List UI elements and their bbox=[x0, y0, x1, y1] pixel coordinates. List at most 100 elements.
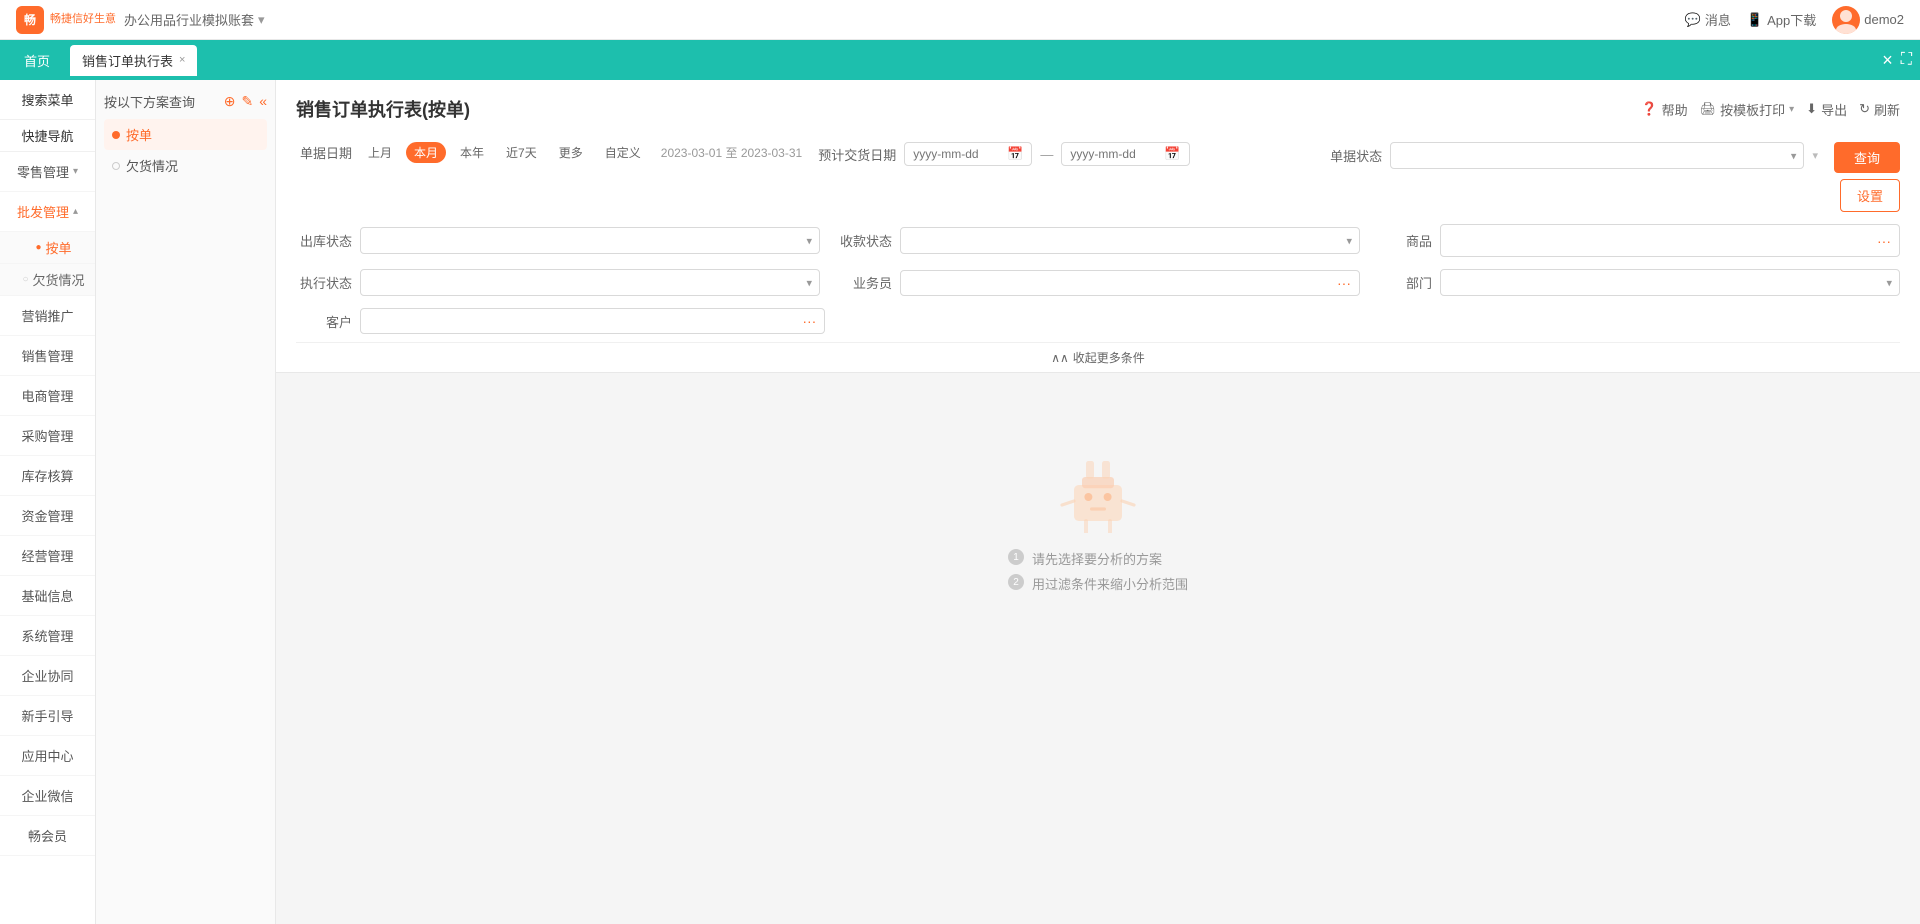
edit-scheme-icon[interactable]: ✎ bbox=[241, 93, 253, 110]
sidebar-item-purchase[interactable]: 采购管理 bbox=[0, 416, 95, 456]
date-btn-more[interactable]: 更多 bbox=[551, 142, 591, 163]
calendar-from-icon: 📅 bbox=[1007, 146, 1023, 162]
logo-area: 畅 畅捷信好生意 bbox=[16, 6, 116, 34]
sidebar-item-retail[interactable]: 零售管理 ▾ bbox=[0, 152, 95, 192]
tab-bar: 首页 销售订单执行表 × × ⛶ bbox=[0, 40, 1920, 80]
sidebar-label-wholesale: 批发管理 bbox=[17, 202, 69, 221]
user-menu[interactable]: demo2 bbox=[1832, 6, 1904, 34]
export-button[interactable]: ⬇ 导出 bbox=[1806, 100, 1847, 119]
query-button[interactable]: 查询 bbox=[1834, 142, 1900, 173]
sidebar-item-newbie[interactable]: 新手引导 bbox=[0, 696, 95, 736]
customer-dots-icon[interactable]: ··· bbox=[802, 313, 816, 329]
template-print-button[interactable]: 🖨 按模板打印 ▾ bbox=[1700, 100, 1795, 119]
wholesale-arrow-icon: ▴ bbox=[73, 206, 78, 217]
stock-status-select-wrap bbox=[360, 227, 820, 254]
goods-group: 商品 ··· bbox=[1376, 224, 1900, 257]
print-icon: 🖨 bbox=[1700, 101, 1717, 117]
logo-icon: 畅 bbox=[16, 6, 44, 34]
close-window-icon[interactable]: × bbox=[1882, 50, 1893, 71]
sidebar-item-cooperation[interactable]: 企业协同 bbox=[0, 656, 95, 696]
username-label: demo2 bbox=[1864, 12, 1904, 27]
date-btn-this-year[interactable]: 本年 bbox=[452, 142, 492, 163]
active-tab[interactable]: 销售订单执行表 × bbox=[70, 45, 197, 76]
app-download-button[interactable]: 📱 App下载 bbox=[1747, 10, 1816, 29]
page-title: 销售订单执行表(按单) bbox=[296, 96, 470, 122]
sidebar-item-ecommerce[interactable]: 电商管理 bbox=[0, 376, 95, 416]
salesperson-label: 业务员 bbox=[836, 273, 892, 292]
customer-input-wrap: ··· bbox=[360, 308, 825, 334]
message-button[interactable]: 💬 消息 bbox=[1685, 10, 1731, 29]
single-status-select[interactable] bbox=[1390, 142, 1804, 169]
sidebar-item-wechat[interactable]: 企业微信 bbox=[0, 776, 95, 816]
sidebar-item-sales[interactable]: 销售管理 bbox=[0, 336, 95, 376]
fullscreen-icon[interactable]: ⛶ bbox=[1901, 51, 1912, 69]
collapse-arrow-icon: ∧∧ bbox=[1051, 351, 1069, 365]
home-tab[interactable]: 首页 bbox=[8, 45, 66, 76]
sidebar-submenu-wholesale: ● 按单 ○ 欠货情况 bbox=[0, 232, 95, 296]
sidebar-item-by-order[interactable]: ● 按单 bbox=[0, 232, 95, 264]
single-status-group: 单据状态 ▾ bbox=[1326, 142, 1818, 169]
mobile-icon: 📱 bbox=[1747, 12, 1763, 28]
breadcrumb-area: 办公用品行业模拟账套 ▾ bbox=[124, 10, 265, 29]
settings-button[interactable]: 设置 bbox=[1840, 179, 1900, 212]
query-buttons: 查询 设置 bbox=[1834, 142, 1900, 212]
shortage-label: 欠货情况 bbox=[33, 270, 85, 289]
dept-select-wrap bbox=[1440, 269, 1900, 296]
side-filter-title: 按以下方案查询 bbox=[104, 92, 195, 111]
step-1-text: 请先选择要分析的方案 bbox=[1032, 549, 1162, 568]
exec-status-select[interactable] bbox=[360, 269, 820, 296]
date-from-input[interactable] bbox=[913, 147, 1003, 161]
sidebar-item-members[interactable]: 畅会员 bbox=[0, 816, 95, 856]
empty-state: 1 请先选择要分析的方案 2 用过滤条件来缩小分析范围 bbox=[276, 373, 1920, 679]
refresh-button[interactable]: ↻ 刷新 bbox=[1859, 100, 1900, 119]
stock-status-label: 出库状态 bbox=[296, 231, 352, 250]
date-btn-7days[interactable]: 近7天 bbox=[498, 142, 545, 163]
tab-close-icon[interactable]: × bbox=[179, 54, 185, 66]
page-actions: ❓ 帮助 🖨 按模板打印 ▾ ⬇ 导出 ↻ 刷新 bbox=[1641, 100, 1900, 119]
dept-select[interactable] bbox=[1440, 269, 1900, 296]
scheme-item-shortage[interactable]: 欠货情况 bbox=[104, 150, 267, 181]
sidebar-item-wholesale[interactable]: 批发管理 ▴ bbox=[0, 192, 95, 232]
logo-text: 畅捷信好生意 bbox=[50, 13, 116, 26]
breadcrumb-arrow-icon[interactable]: ▾ bbox=[258, 12, 265, 28]
date-to-input[interactable] bbox=[1070, 147, 1160, 161]
collapse-button[interactable]: ∧∧ 收起更多条件 bbox=[296, 342, 1900, 372]
date-btn-custom[interactable]: 自定义 bbox=[597, 142, 649, 163]
sidebar-quick-nav[interactable]: 快捷导航 bbox=[0, 120, 95, 152]
payment-status-select[interactable] bbox=[900, 227, 1360, 254]
salesperson-input[interactable] bbox=[909, 275, 1337, 290]
page-header: 销售订单执行表(按单) ❓ 帮助 🖨 按模板打印 ▾ ⬇ 导出 bbox=[276, 80, 1920, 132]
sidebar-item-app-center[interactable]: 应用中心 bbox=[0, 736, 95, 776]
goods-dots-icon[interactable]: ··· bbox=[1877, 233, 1891, 249]
collapse-sidebar-icon[interactable]: « bbox=[259, 93, 267, 110]
sidebar-item-basics[interactable]: 基础信息 bbox=[0, 576, 95, 616]
side-filter-header: 按以下方案查询 ⊕ ✎ « bbox=[104, 92, 267, 111]
date-btn-this-month[interactable]: 本月 bbox=[406, 142, 446, 163]
sidebar-search[interactable]: 搜索菜单 bbox=[0, 80, 95, 120]
expected-date-group: 预计交货日期 📅 — 📅 bbox=[818, 142, 1310, 166]
filter-top-row: 单据日期 上月 本月 本年 近7天 更多 自定义 2023-03-01 至 20… bbox=[276, 132, 1920, 372]
date-btn-last-month[interactable]: 上月 bbox=[360, 142, 400, 163]
stock-status-select[interactable] bbox=[360, 227, 820, 254]
date-filter-group: 上月 本月 本年 近7天 更多 自定义 bbox=[360, 142, 649, 163]
collapse-label: 收起更多条件 bbox=[1073, 349, 1145, 366]
step-num-2: 2 bbox=[1008, 574, 1024, 590]
app-download-label: App下载 bbox=[1767, 10, 1816, 29]
help-label: 帮助 bbox=[1662, 100, 1688, 119]
scheme-item-by-order[interactable]: 按单 bbox=[104, 119, 267, 150]
sidebar-item-finance[interactable]: 资金管理 bbox=[0, 496, 95, 536]
by-order-label: 按单 bbox=[46, 238, 72, 257]
sidebar-item-marketing[interactable]: 营销推广 bbox=[0, 296, 95, 336]
salesperson-group: 业务员 ··· bbox=[836, 270, 1360, 296]
sidebar-item-system[interactable]: 系统管理 bbox=[0, 616, 95, 656]
scheme-dot bbox=[112, 131, 120, 139]
dept-group: 部门 bbox=[1376, 269, 1900, 296]
customer-input[interactable] bbox=[369, 314, 802, 329]
sidebar-item-operations[interactable]: 经营管理 bbox=[0, 536, 95, 576]
salesperson-dots-icon[interactable]: ··· bbox=[1337, 275, 1351, 291]
sidebar-item-shortage[interactable]: ○ 欠货情况 bbox=[0, 264, 95, 296]
sidebar-item-inventory[interactable]: 库存核算 bbox=[0, 456, 95, 496]
goods-input[interactable] bbox=[1449, 229, 1877, 252]
add-scheme-icon[interactable]: ⊕ bbox=[224, 93, 236, 110]
help-button[interactable]: ❓ 帮助 bbox=[1641, 100, 1687, 119]
